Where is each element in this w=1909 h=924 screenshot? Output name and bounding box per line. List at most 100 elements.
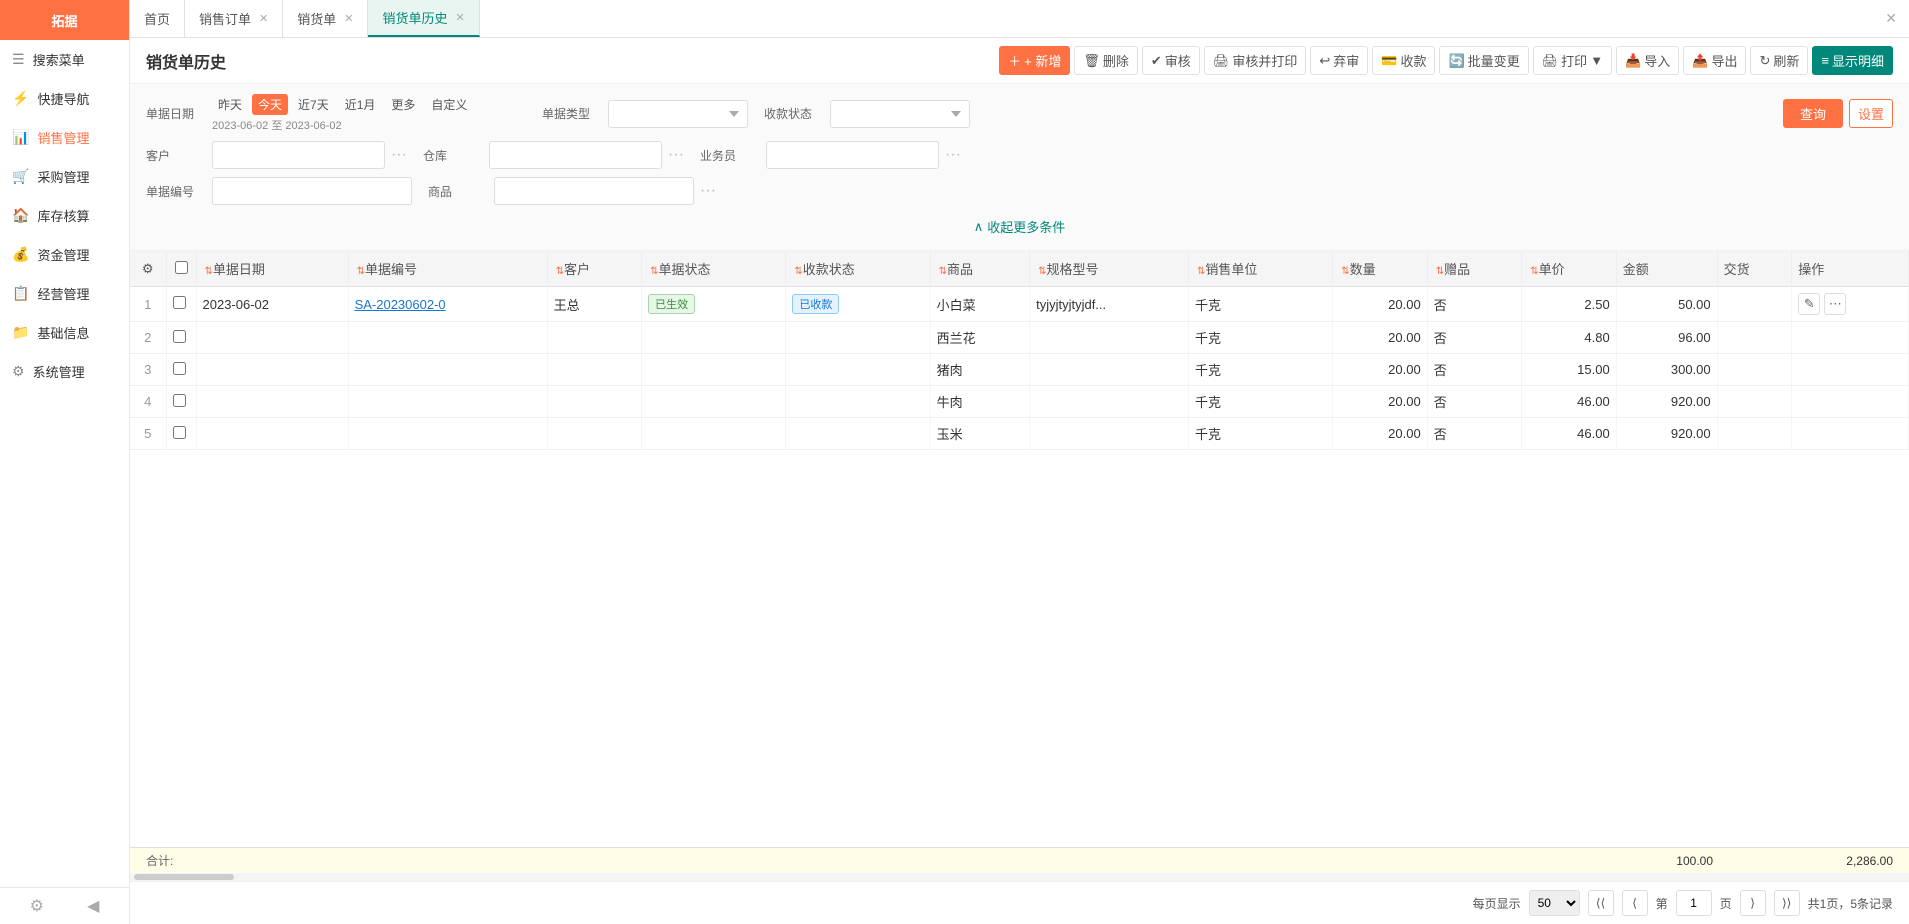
cell-amount: 50.00 [1616, 287, 1717, 322]
doc-type-select[interactable] [608, 100, 748, 128]
th-payment-status[interactable]: ⇅收款状态 [786, 251, 930, 287]
sidebar-item-quick-nav[interactable]: ⚡ 快捷导航 [0, 79, 129, 118]
row-checkbox[interactable] [173, 296, 186, 309]
query-button[interactable]: 查询 [1783, 99, 1843, 128]
cell-gift: 否 [1427, 322, 1522, 354]
cell-checkbox[interactable] [166, 386, 196, 418]
date-tag-1month[interactable]: 近1月 [339, 94, 382, 115]
goods-input[interactable] [494, 177, 694, 205]
th-doc-no[interactable]: ⇅单据编号 [348, 251, 547, 287]
delete-icon: 🗑 [1083, 53, 1100, 69]
tab-sales-order[interactable]: 销售订单 ✕ [185, 0, 283, 37]
tab-sales-goods-label: 销货单 [297, 9, 336, 28]
print-button[interactable]: 🖨 打印 ▼ [1533, 46, 1612, 75]
abandon-button[interactable]: ↩ 弃审 [1310, 46, 1368, 75]
date-tag-yesterday[interactable]: 昨天 [212, 94, 248, 115]
tab-sales-goods-close-icon[interactable]: ✕ [344, 12, 353, 25]
row-checkbox[interactable] [173, 426, 186, 439]
salesperson-picker-icon[interactable]: ··· [945, 146, 961, 164]
customer-input[interactable] [212, 141, 385, 169]
sidebar-item-finance-mgmt[interactable]: 💰 资金管理 [0, 235, 129, 274]
th-doc-date[interactable]: ⇅单据日期 [196, 251, 348, 287]
tab-home[interactable]: 首页 [130, 0, 185, 37]
sidebar-item-basic-info[interactable]: 📁 基础信息 [0, 313, 129, 352]
cell-transaction [1717, 287, 1792, 322]
th-unit[interactable]: ⇅销售单位 [1188, 251, 1332, 287]
row-checkbox[interactable] [173, 330, 186, 343]
date-range-group: 昨天 今天 近7天 近1月 更多 自定义 2023-06-02 至 2023-0… [212, 94, 473, 133]
th-goods[interactable]: ⇅商品 [930, 251, 1029, 287]
scrollbar-thumb[interactable] [134, 874, 234, 880]
row-checkbox[interactable] [173, 394, 186, 407]
sidebar-item-ops-mgmt[interactable]: 📋 经营管理 [0, 274, 129, 313]
cell-checkbox[interactable] [166, 287, 196, 322]
page-prev-button[interactable]: ⟨ [1622, 890, 1648, 916]
select-all-checkbox[interactable] [175, 261, 188, 274]
tab-sales-history[interactable]: 销货单历史 ✕ [368, 0, 479, 37]
payment-status-select[interactable] [830, 100, 970, 128]
date-tag-custom[interactable]: 自定义 [425, 94, 473, 115]
tab-bar-close-icon[interactable]: ✕ [1873, 10, 1909, 27]
th-customer[interactable]: ⇅客户 [547, 251, 642, 287]
batch-change-icon: 🔄 [1448, 53, 1464, 69]
per-page-select[interactable]: 50 100 [1529, 890, 1580, 916]
th-qty[interactable]: ⇅数量 [1333, 251, 1428, 287]
more-action-btn[interactable]: ⋯ [1824, 293, 1846, 315]
cell-qty: 20.00 [1333, 354, 1428, 386]
salesperson-input[interactable] [766, 141, 939, 169]
export-button[interactable]: 📤 导出 [1683, 46, 1746, 75]
warehouse-picker-icon[interactable]: ··· [668, 146, 684, 164]
sidebar-item-sales-mgmt[interactable]: 📊 销售管理 [0, 118, 129, 157]
th-gift[interactable]: ⇅赠品 [1427, 251, 1522, 287]
page-last-button[interactable]: ⟩⟩ [1774, 890, 1800, 916]
cell-checkbox[interactable] [166, 322, 196, 354]
date-tag-today[interactable]: 今天 [252, 94, 288, 115]
date-tag-more[interactable]: 更多 [385, 94, 421, 115]
page-input[interactable] [1676, 890, 1712, 916]
cell-checkbox[interactable] [166, 354, 196, 386]
th-unit-price[interactable]: ⇅单价 [1522, 251, 1617, 287]
tab-sales-order-close-icon[interactable]: ✕ [259, 12, 268, 25]
goods-label: 商品 [428, 183, 488, 200]
page-first-button[interactable]: ⟨⟨ [1588, 890, 1614, 916]
audit-button[interactable]: ✔ 审核 [1142, 46, 1200, 75]
sidebar-item-search-menu[interactable]: ☰ 搜索菜单 [0, 40, 129, 79]
page-next-button[interactable]: ⟩ [1740, 890, 1766, 916]
date-tag-7days[interactable]: 近7天 [292, 94, 335, 115]
row-checkbox[interactable] [173, 362, 186, 375]
audit-print-button[interactable]: 🖨 审核并打印 [1204, 46, 1307, 75]
cell-transaction [1717, 418, 1792, 450]
sidebar-collapse-icon[interactable]: ◀ [87, 896, 99, 916]
sidebar-item-sys-mgmt[interactable]: ⚙ 系统管理 [0, 352, 129, 391]
sidebar-settings-icon[interactable]: ⚙ [30, 896, 44, 916]
horizontal-scrollbar[interactable] [130, 873, 1909, 881]
warehouse-input[interactable] [489, 141, 662, 169]
th-checkbox[interactable] [166, 251, 196, 287]
table-row: 2 西兰花 千克 20.00 否 4.80 96.00 [130, 322, 1909, 354]
cell-checkbox[interactable] [166, 418, 196, 450]
goods-picker-icon[interactable]: ··· [700, 182, 716, 200]
sort-icon: ⇅ [556, 266, 564, 277]
add-button[interactable]: ＋ + 新增 [999, 46, 1070, 75]
import-button[interactable]: 📥 导入 [1616, 46, 1679, 75]
collapse-button[interactable]: ∧ 收起更多条件 [146, 213, 1893, 240]
refresh-button[interactable]: ↻ 刷新 [1750, 46, 1808, 75]
edit-action-btn[interactable]: ✎ [1798, 293, 1820, 315]
sidebar-item-purchase-mgmt[interactable]: 🛒 采购管理 [0, 157, 129, 196]
doc-no-input[interactable] [212, 177, 412, 205]
doc-no-link[interactable]: SA-20230602-0 [355, 297, 446, 312]
collect-button[interactable]: 💳 收款 [1372, 46, 1435, 75]
tab-sales-goods[interactable]: 销货单 ✕ [283, 0, 368, 37]
cell-doc-no [348, 418, 547, 450]
delete-button[interactable]: 🗑 删除 [1074, 46, 1138, 75]
show-detail-button[interactable]: ≡ 显示明细 [1812, 46, 1893, 75]
tab-sales-history-close-icon[interactable]: ✕ [456, 11, 465, 24]
settings-button[interactable]: 设置 [1849, 99, 1893, 128]
th-doc-status[interactable]: ⇅单据状态 [642, 251, 786, 287]
th-settings[interactable]: ⚙ [130, 251, 166, 287]
customer-picker-icon[interactable]: ··· [391, 146, 407, 164]
sidebar-item-inventory[interactable]: 🏠 库存核算 [0, 196, 129, 235]
batch-change-button[interactable]: 🔄 批量变更 [1439, 46, 1528, 75]
abandon-icon: ↩ [1319, 53, 1330, 69]
th-spec[interactable]: ⇅规格型号 [1030, 251, 1189, 287]
